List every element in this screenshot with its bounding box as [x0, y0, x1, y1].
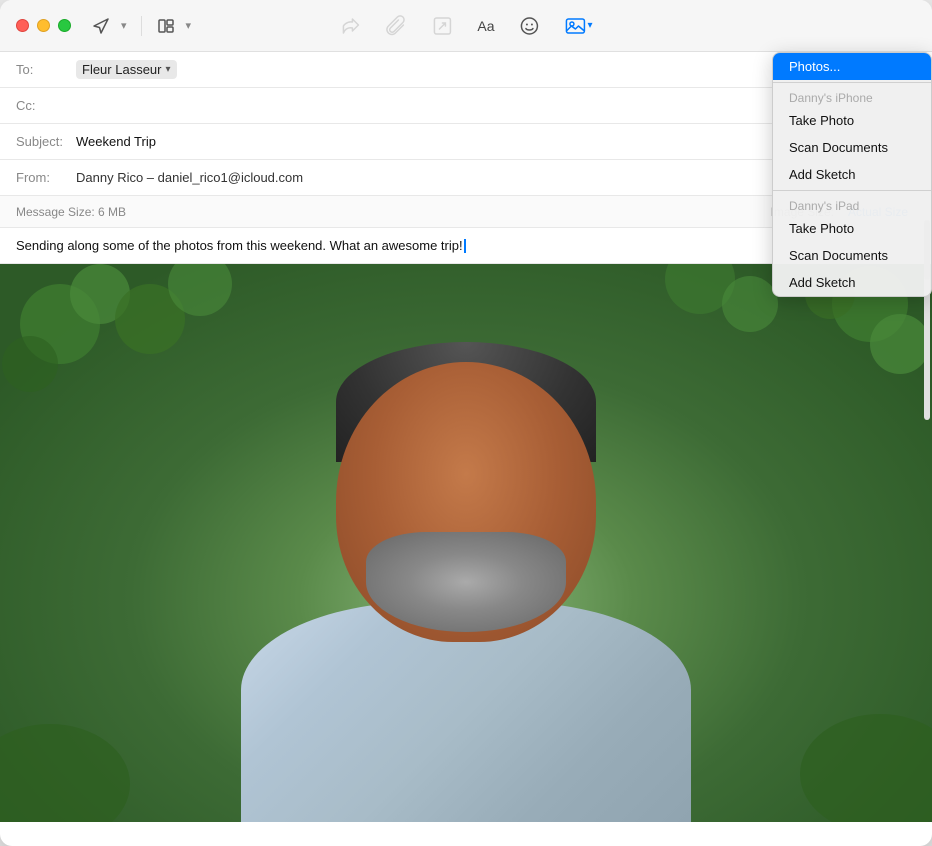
person-figure [126, 322, 806, 822]
menu-header-iphone: Danny's iPhone [773, 85, 931, 107]
recipient-name: Fleur Lasseur [82, 62, 161, 77]
layout-icon[interactable] [156, 16, 176, 36]
reply-icon[interactable] [339, 15, 361, 37]
recipient-chevron-icon: ▾ [165, 64, 170, 75]
beard [366, 532, 566, 632]
menu-item-iphone-scan-documents[interactable]: Scan Documents [773, 134, 931, 161]
menu-item-ipad-take-photo[interactable]: Take Photo [773, 215, 931, 242]
mail-window: ▾ ▾ [0, 0, 932, 846]
menu-item-iphone-add-sketch[interactable]: Add Sketch [773, 161, 931, 188]
photo-container [0, 264, 932, 822]
menu-item-ipad-add-sketch[interactable]: Add Sketch [773, 269, 931, 296]
to-recipient-chip[interactable]: Fleur Lasseur ▾ [76, 60, 177, 79]
body-text: Sending along some of the photos from th… [16, 238, 463, 253]
from-value: Danny Rico – daniel_rico1@icloud.com [76, 170, 303, 185]
toolbar-left: ▾ ▾ [91, 16, 191, 36]
send-icon[interactable] [91, 16, 111, 36]
menu-item-ipad-scan-documents[interactable]: Scan Documents [773, 242, 931, 269]
message-size-label: Message Size: [16, 205, 95, 219]
minimize-button[interactable] [37, 19, 50, 32]
layout-chevron-icon[interactable]: ▾ [186, 19, 192, 32]
titlebar: ▾ ▾ [0, 0, 932, 52]
dropdown-menu: Photos... Danny's iPhone Take Photo Scan… [772, 52, 932, 297]
photo-insert-icon[interactable]: ▾ [565, 15, 593, 37]
attachment-icon[interactable] [385, 15, 407, 37]
text-cursor [464, 239, 466, 253]
subject-label: Subject: [16, 134, 76, 149]
traffic-lights [16, 19, 71, 32]
compose-square-icon[interactable] [431, 15, 453, 37]
menu-item-photos[interactable]: Photos... [773, 53, 931, 80]
message-size: Message Size: 6 MB [16, 205, 126, 219]
face [326, 362, 606, 662]
menu-item-iphone-take-photo[interactable]: Take Photo [773, 107, 931, 134]
subject-value[interactable]: Weekend Trip [76, 134, 156, 149]
to-label: To: [16, 62, 76, 77]
maximize-button[interactable] [58, 19, 71, 32]
toolbar-center: Aa ▾ [339, 15, 592, 37]
send-chevron-icon[interactable]: ▾ [121, 19, 127, 32]
from-label: From: [16, 170, 76, 185]
cc-label: Cc: [16, 98, 76, 113]
close-button[interactable] [16, 19, 29, 32]
message-size-value: 6 MB [98, 205, 126, 219]
emoji-icon[interactable] [519, 15, 541, 37]
menu-separator-2 [773, 190, 931, 191]
photo-background [0, 264, 932, 822]
font-icon[interactable]: Aa [477, 18, 494, 34]
menu-header-ipad: Danny's iPad [773, 193, 931, 215]
menu-separator-1 [773, 82, 931, 83]
